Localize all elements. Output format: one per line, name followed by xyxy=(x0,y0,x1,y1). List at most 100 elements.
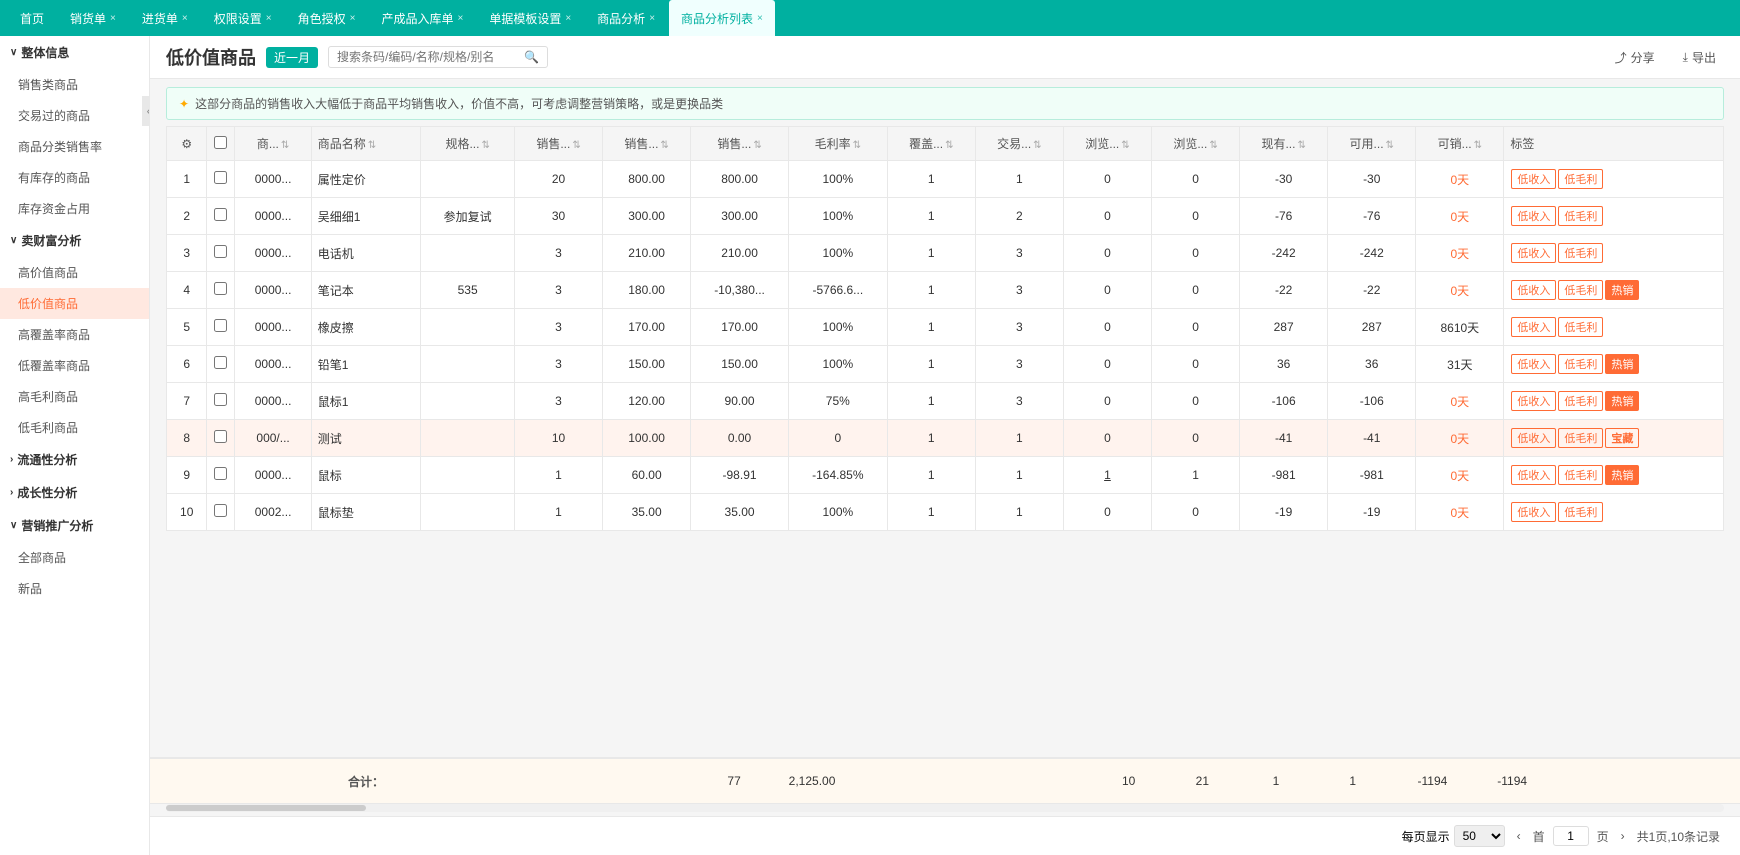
cell-trade[interactable]: 0 xyxy=(1063,272,1151,309)
th-tags: 标签 xyxy=(1504,127,1724,161)
nav-home[interactable]: 首页 xyxy=(8,0,56,36)
th-settings[interactable]: ⚙ xyxy=(167,127,207,161)
sidebar-item-category-sales-rate[interactable]: 商品分类销售率 xyxy=(0,131,149,162)
horizontal-scrollbar[interactable] xyxy=(166,804,1724,812)
cell-gross: 1 xyxy=(887,494,975,531)
row-checkbox[interactable] xyxy=(214,430,227,443)
trade-link[interactable]: 1 xyxy=(1104,468,1111,482)
select-all-checkbox[interactable] xyxy=(214,136,227,149)
search-box: 🔍 xyxy=(328,46,548,68)
nav-permissions[interactable]: 权限设置 × xyxy=(202,0,284,36)
share-button[interactable]: ⤴ 分享 xyxy=(1607,46,1663,69)
sidebar-group-wealth[interactable]: ∨ 卖财富分析 xyxy=(0,224,149,257)
days-badge: 0天 xyxy=(1450,210,1469,224)
cell-trade[interactable]: 0 xyxy=(1063,235,1151,272)
cell-checkbox[interactable] xyxy=(207,198,235,235)
sidebar-group-growth[interactable]: › 成长性分析 xyxy=(0,476,149,509)
prev-page-btn[interactable]: ‹ xyxy=(1513,827,1525,845)
tag-treasure: 宝藏 xyxy=(1605,428,1639,448)
row-checkbox[interactable] xyxy=(214,393,227,406)
cell-checkbox[interactable] xyxy=(207,420,235,457)
data-table: ⚙ 商...⇅ 商品名称⇅ 规格...⇅ 销售...⇅ 销售...⇅ 销售...… xyxy=(166,126,1724,531)
row-checkbox[interactable] xyxy=(214,319,227,332)
cell-checkbox[interactable] xyxy=(207,494,235,531)
cell-stock: -106 xyxy=(1328,383,1416,420)
cell-sales3: 100% xyxy=(788,346,887,383)
search-input[interactable] xyxy=(337,50,518,64)
nav-close-icon[interactable]: × xyxy=(649,13,655,24)
cell-code: 0002... xyxy=(235,494,311,531)
cell-sales3: -164.85% xyxy=(788,457,887,494)
cell-cover: 1 xyxy=(975,420,1063,457)
nav-product-inbound[interactable]: 产成品入库单 × xyxy=(369,0,475,36)
cell-checkbox[interactable] xyxy=(207,346,235,383)
cell-trade[interactable]: 0 xyxy=(1063,383,1151,420)
nav-close-icon[interactable]: × xyxy=(182,13,188,24)
nav-sales-order[interactable]: 销货单 × xyxy=(58,0,128,36)
sidebar-item-new-products[interactable]: 新品 xyxy=(0,573,149,604)
cell-trade[interactable]: 0 xyxy=(1063,309,1151,346)
page-input[interactable] xyxy=(1553,826,1589,846)
sidebar-group-marketing[interactable]: ∨ 营销推广分析 xyxy=(0,509,149,542)
cell-checkbox[interactable] xyxy=(207,161,235,198)
row-checkbox[interactable] xyxy=(214,467,227,480)
sidebar-item-low-profit[interactable]: 低毛利商品 xyxy=(0,412,149,443)
cell-checkbox[interactable] xyxy=(207,309,235,346)
th-checkbox[interactable] xyxy=(207,127,235,161)
cell-trade[interactable]: 1 xyxy=(1063,457,1151,494)
sidebar-item-low-value[interactable]: 低价值商品 xyxy=(0,288,149,319)
search-icon[interactable]: 🔍 xyxy=(524,50,539,64)
cell-browse1: 0 xyxy=(1152,346,1240,383)
row-checkbox[interactable] xyxy=(214,208,227,221)
nav-template-settings[interactable]: 单据模板设置 × xyxy=(477,0,583,36)
row-checkbox[interactable] xyxy=(214,171,227,184)
row-checkbox[interactable] xyxy=(214,504,227,517)
nav-purchase-order[interactable]: 进货单 × xyxy=(130,0,200,36)
sidebar-item-all-products[interactable]: 全部商品 xyxy=(0,542,149,573)
next-page-btn[interactable]: › xyxy=(1617,827,1629,845)
sidebar-item-high-profit[interactable]: 高毛利商品 xyxy=(0,381,149,412)
sidebar-item-high-value[interactable]: 高价值商品 xyxy=(0,257,149,288)
sidebar-item-stock-products[interactable]: 有库存的商品 xyxy=(0,162,149,193)
sidebar-collapse-btn[interactable]: « xyxy=(142,96,150,126)
sidebar-item-high-coverage[interactable]: 高覆盖率商品 xyxy=(0,319,149,350)
row-checkbox[interactable] xyxy=(214,356,227,369)
nav-close-icon[interactable]: × xyxy=(757,13,763,24)
cell-trade[interactable]: 0 xyxy=(1063,494,1151,531)
nav-close-icon[interactable]: × xyxy=(110,13,116,24)
sidebar-group-circulation[interactable]: › 流通性分析 xyxy=(0,443,149,476)
cell-avail: 0天 xyxy=(1416,272,1504,309)
cell-checkbox[interactable] xyxy=(207,457,235,494)
nav-product-analysis[interactable]: 商品分析 × xyxy=(585,0,667,36)
tag-low-profit: 低毛利 xyxy=(1558,502,1603,522)
export-button[interactable]: ⤓ 导出 xyxy=(1675,46,1724,69)
row-checkbox[interactable] xyxy=(214,245,227,258)
nav-role-auth[interactable]: 角色授权 × xyxy=(286,0,368,36)
cell-sales2: 150.00 xyxy=(691,346,789,383)
cell-trade[interactable]: 0 xyxy=(1063,420,1151,457)
sidebar-item-sales-products[interactable]: 销售类商品 xyxy=(0,69,149,100)
cell-trade[interactable]: 0 xyxy=(1063,161,1151,198)
sidebar-item-low-coverage[interactable]: 低覆盖率商品 xyxy=(0,350,149,381)
cell-checkbox[interactable] xyxy=(207,272,235,309)
sidebar-item-stock-capital[interactable]: 库存资金占用 xyxy=(0,193,149,224)
export-icon: ⤓ xyxy=(1683,50,1688,65)
nav-close-icon[interactable]: × xyxy=(266,13,272,24)
nav-close-icon[interactable]: × xyxy=(350,13,356,24)
cell-name: 橡皮擦 xyxy=(311,309,421,346)
table-container[interactable]: ⚙ 商...⇅ 商品名称⇅ 规格...⇅ 销售...⇅ 销售...⇅ 销售...… xyxy=(150,126,1740,757)
row-checkbox[interactable] xyxy=(214,282,227,295)
cell-trade[interactable]: 0 xyxy=(1063,198,1151,235)
per-page-select[interactable]: 50 100 xyxy=(1454,825,1505,847)
table-row: 1 0000... 属性定价 20 800.00 800.00 100% 1 1… xyxy=(167,161,1724,198)
filter-tag[interactable]: 近一月 xyxy=(266,47,318,68)
scrollbar-thumb[interactable] xyxy=(166,805,366,811)
cell-checkbox[interactable] xyxy=(207,235,235,272)
sidebar-group-overall[interactable]: ∨ 整体信息 xyxy=(0,36,149,69)
nav-close-icon[interactable]: × xyxy=(565,13,571,24)
nav-close-icon[interactable]: × xyxy=(457,13,463,24)
sidebar-item-traded-products[interactable]: 交易过的商品 xyxy=(0,100,149,131)
cell-checkbox[interactable] xyxy=(207,383,235,420)
nav-product-analysis-list[interactable]: 商品分析列表 × xyxy=(669,0,775,36)
cell-trade[interactable]: 0 xyxy=(1063,346,1151,383)
